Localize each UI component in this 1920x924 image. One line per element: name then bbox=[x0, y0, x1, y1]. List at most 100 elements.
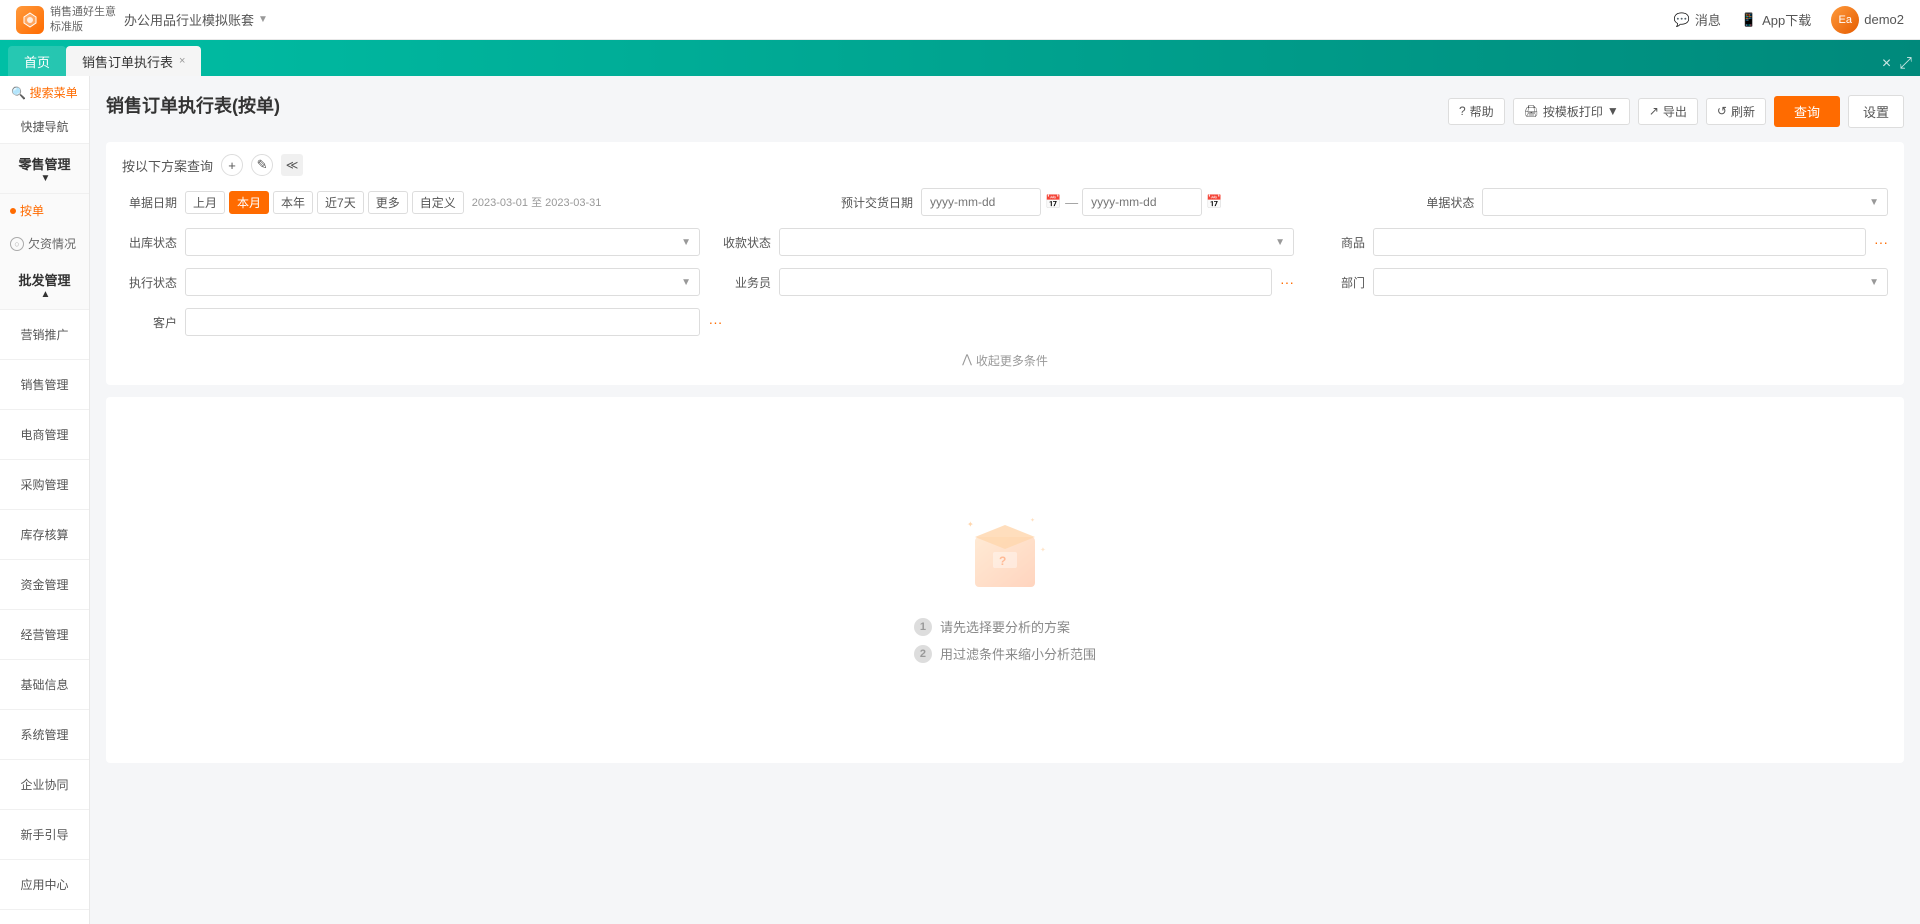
svg-text:?: ? bbox=[999, 554, 1006, 568]
sidebar-sub-item-by-order[interactable]: 按单 bbox=[0, 194, 89, 227]
filter-row-1: 单据日期 上月 本月 本年 近7天 更多 自定义 2023-03-01 至 20… bbox=[122, 188, 1888, 216]
delivery-status-select[interactable]: ▼ bbox=[185, 228, 700, 256]
sidebar: 🔍 搜索菜单 快捷导航 零售管理 ▼ 按单 ○ 欠资情况 批发管理 ▲ 营销推广 bbox=[0, 76, 90, 924]
top-header: 销售通好生意 标准版 办公用品行业模拟账套 ▼ 💬 消息 📱 App下载 Ea … bbox=[0, 0, 1920, 40]
sidebar-sub-item-debt[interactable]: ○ 欠资情况 bbox=[0, 227, 89, 260]
filter-payment-status-group: 收款状态 ▼ bbox=[716, 228, 1294, 256]
status-dropdown-arrow-icon: ▼ bbox=[1869, 197, 1879, 208]
sidebar-item-wechat[interactable]: 企业微信 bbox=[0, 910, 89, 924]
header-left: 销售通好生意 标准版 办公用品行业模拟账套 ▼ bbox=[16, 5, 268, 34]
filter-dept-group: 部门 ▼ bbox=[1310, 268, 1888, 296]
date-range-expected: 📅 — 📅 bbox=[921, 188, 1222, 216]
dept-select[interactable]: ▼ bbox=[1373, 268, 1888, 296]
main-layout: 🔍 搜索菜单 快捷导航 零售管理 ▼ 按单 ○ 欠资情况 批发管理 ▲ 营销推广 bbox=[0, 76, 1920, 924]
doc-status-dropdown[interactable]: ▼ bbox=[1482, 188, 1888, 216]
expected-date-label: 预计交货日期 bbox=[841, 194, 913, 211]
sidebar-item-system[interactable]: 系统管理 bbox=[0, 710, 89, 760]
sidebar-item-sales[interactable]: 销售管理 bbox=[0, 360, 89, 410]
date-btn-custom[interactable]: 自定义 bbox=[412, 191, 464, 214]
payment-status-select[interactable]: ▼ bbox=[779, 228, 1294, 256]
payment-status-label: 收款状态 bbox=[716, 234, 771, 251]
sidebar-item-quick-nav[interactable]: 快捷导航 bbox=[0, 110, 89, 144]
help-icon: ? bbox=[1459, 104, 1466, 118]
delivery-status-label: 出库状态 bbox=[122, 234, 177, 251]
date-btn-this-month[interactable]: 本月 bbox=[229, 191, 269, 214]
page-title: 销售订单执行表(按单) bbox=[106, 92, 280, 118]
exec-status-select[interactable]: ▼ bbox=[185, 268, 700, 296]
filter-header: 按以下方案查询 + ✎ ≪ bbox=[122, 154, 1888, 176]
sidebar-item-operations[interactable]: 经营管理 bbox=[0, 610, 89, 660]
sidebar-item-purchase[interactable]: 采购管理 bbox=[0, 460, 89, 510]
date-btn-7days[interactable]: 近7天 bbox=[317, 191, 364, 214]
sidebar-item-wholesale[interactable]: 批发管理 ▲ bbox=[0, 260, 89, 310]
sidebar-item-inventory[interactable]: 库存核算 bbox=[0, 510, 89, 560]
sidebar-search[interactable]: 🔍 搜索菜单 bbox=[0, 76, 89, 110]
tab-bar-window-actions: × ⤢ bbox=[1882, 55, 1912, 76]
tab-home[interactable]: 首页 bbox=[8, 46, 66, 76]
edit-scheme-button[interactable]: ✎ bbox=[251, 154, 273, 176]
filter-goods-group: 商品 ··· bbox=[1310, 228, 1888, 256]
circle-icon: ○ bbox=[10, 237, 24, 251]
step-num-1: 1 bbox=[914, 618, 932, 636]
goods-label: 商品 bbox=[1310, 234, 1365, 251]
logo-icon bbox=[16, 6, 44, 34]
svg-text:✦: ✦ bbox=[1040, 546, 1046, 554]
add-scheme-button[interactable]: + bbox=[221, 154, 243, 176]
user-profile[interactable]: Ea demo2 bbox=[1831, 6, 1904, 34]
close-window-icon[interactable]: × bbox=[1882, 55, 1891, 73]
sidebar-item-enterprise[interactable]: 企业协同 bbox=[0, 760, 89, 810]
refresh-icon: ↺ bbox=[1717, 104, 1727, 118]
content-area: 销售订单执行表(按单) ? 帮助 🖨 按模板打印 ▼ ↗ 导出 ↺ 刷新 bbox=[90, 76, 1920, 924]
customer-more-icon[interactable]: ··· bbox=[708, 314, 722, 330]
calendar-start-icon: 📅 bbox=[1045, 194, 1061, 210]
filter-customer-group: 客户 ··· bbox=[122, 308, 722, 336]
sidebar-item-basics[interactable]: 基础信息 bbox=[0, 660, 89, 710]
refresh-button[interactable]: ↺ 刷新 bbox=[1706, 98, 1766, 125]
calendar-end-icon: 📅 bbox=[1206, 194, 1222, 210]
customer-input[interactable] bbox=[185, 308, 700, 336]
date-label: 单据日期 bbox=[122, 194, 177, 211]
message-action[interactable]: 💬 消息 bbox=[1674, 10, 1721, 29]
filter-row-3: 执行状态 ▼ 业务员 ··· 部门 ▼ bbox=[122, 268, 1888, 296]
query-button[interactable]: 查询 bbox=[1774, 96, 1840, 127]
search-icon: 🔍 bbox=[11, 86, 26, 100]
expand-icon[interactable]: ⤢ bbox=[1899, 55, 1912, 73]
export-icon: ↗ bbox=[1649, 104, 1659, 118]
dept-label: 部门 bbox=[1310, 274, 1365, 291]
app-download-action[interactable]: 📱 App下载 bbox=[1741, 10, 1811, 29]
salesperson-input[interactable] bbox=[779, 268, 1272, 296]
tab-bar: 首页 销售订单执行表 × × ⤢ bbox=[0, 40, 1920, 76]
collapse-up-icon: ⋀ bbox=[962, 352, 972, 369]
date-btn-more[interactable]: 更多 bbox=[368, 191, 408, 214]
collapse-row[interactable]: ⋀ 收起更多条件 bbox=[122, 348, 1888, 373]
export-button[interactable]: ↗ 导出 bbox=[1638, 98, 1698, 125]
goods-more-icon[interactable]: ··· bbox=[1874, 234, 1888, 250]
exec-caret-icon: ▼ bbox=[681, 277, 691, 288]
tab-sales-order[interactable]: 销售订单执行表 × bbox=[66, 46, 201, 76]
empty-step-1: 1 请先选择要分析的方案 bbox=[914, 617, 1096, 636]
sidebar-item-retail[interactable]: 零售管理 ▼ bbox=[0, 144, 89, 194]
sidebar-item-appstore[interactable]: 应用中心 bbox=[0, 860, 89, 910]
chevron-icon: ▼ bbox=[41, 173, 51, 184]
logo-area: 销售通好生意 标准版 bbox=[16, 5, 116, 34]
expected-date-start[interactable] bbox=[921, 188, 1041, 216]
date-btn-last-month[interactable]: 上月 bbox=[185, 191, 225, 214]
header-right: 💬 消息 📱 App下载 Ea demo2 bbox=[1674, 6, 1904, 34]
message-icon: 💬 bbox=[1674, 12, 1690, 28]
industry-selector[interactable]: 办公用品行业模拟账套 ▼ bbox=[124, 10, 268, 29]
collapse-scheme-button[interactable]: ≪ bbox=[281, 154, 303, 176]
date-btn-this-year[interactable]: 本年 bbox=[273, 191, 313, 214]
settings-button[interactable]: 设置 bbox=[1848, 95, 1904, 128]
date-buttons: 上月 本月 本年 近7天 更多 自定义 2023-03-01 至 2023-03… bbox=[185, 191, 825, 214]
print-button[interactable]: 🖨 按模板打印 ▼ bbox=[1513, 98, 1630, 125]
expected-date-end[interactable] bbox=[1082, 188, 1202, 216]
salesperson-label: 业务员 bbox=[716, 274, 771, 291]
help-button[interactable]: ? 帮助 bbox=[1448, 98, 1505, 125]
sidebar-item-finance[interactable]: 资金管理 bbox=[0, 560, 89, 610]
salesperson-more-icon[interactable]: ··· bbox=[1280, 274, 1294, 290]
sidebar-item-ecommerce[interactable]: 电商管理 bbox=[0, 410, 89, 460]
goods-input[interactable] bbox=[1373, 228, 1866, 256]
sidebar-item-newbie[interactable]: 新手引导 bbox=[0, 810, 89, 860]
tab-close-icon[interactable]: × bbox=[179, 55, 185, 67]
sidebar-item-marketing[interactable]: 营销推广 bbox=[0, 310, 89, 360]
